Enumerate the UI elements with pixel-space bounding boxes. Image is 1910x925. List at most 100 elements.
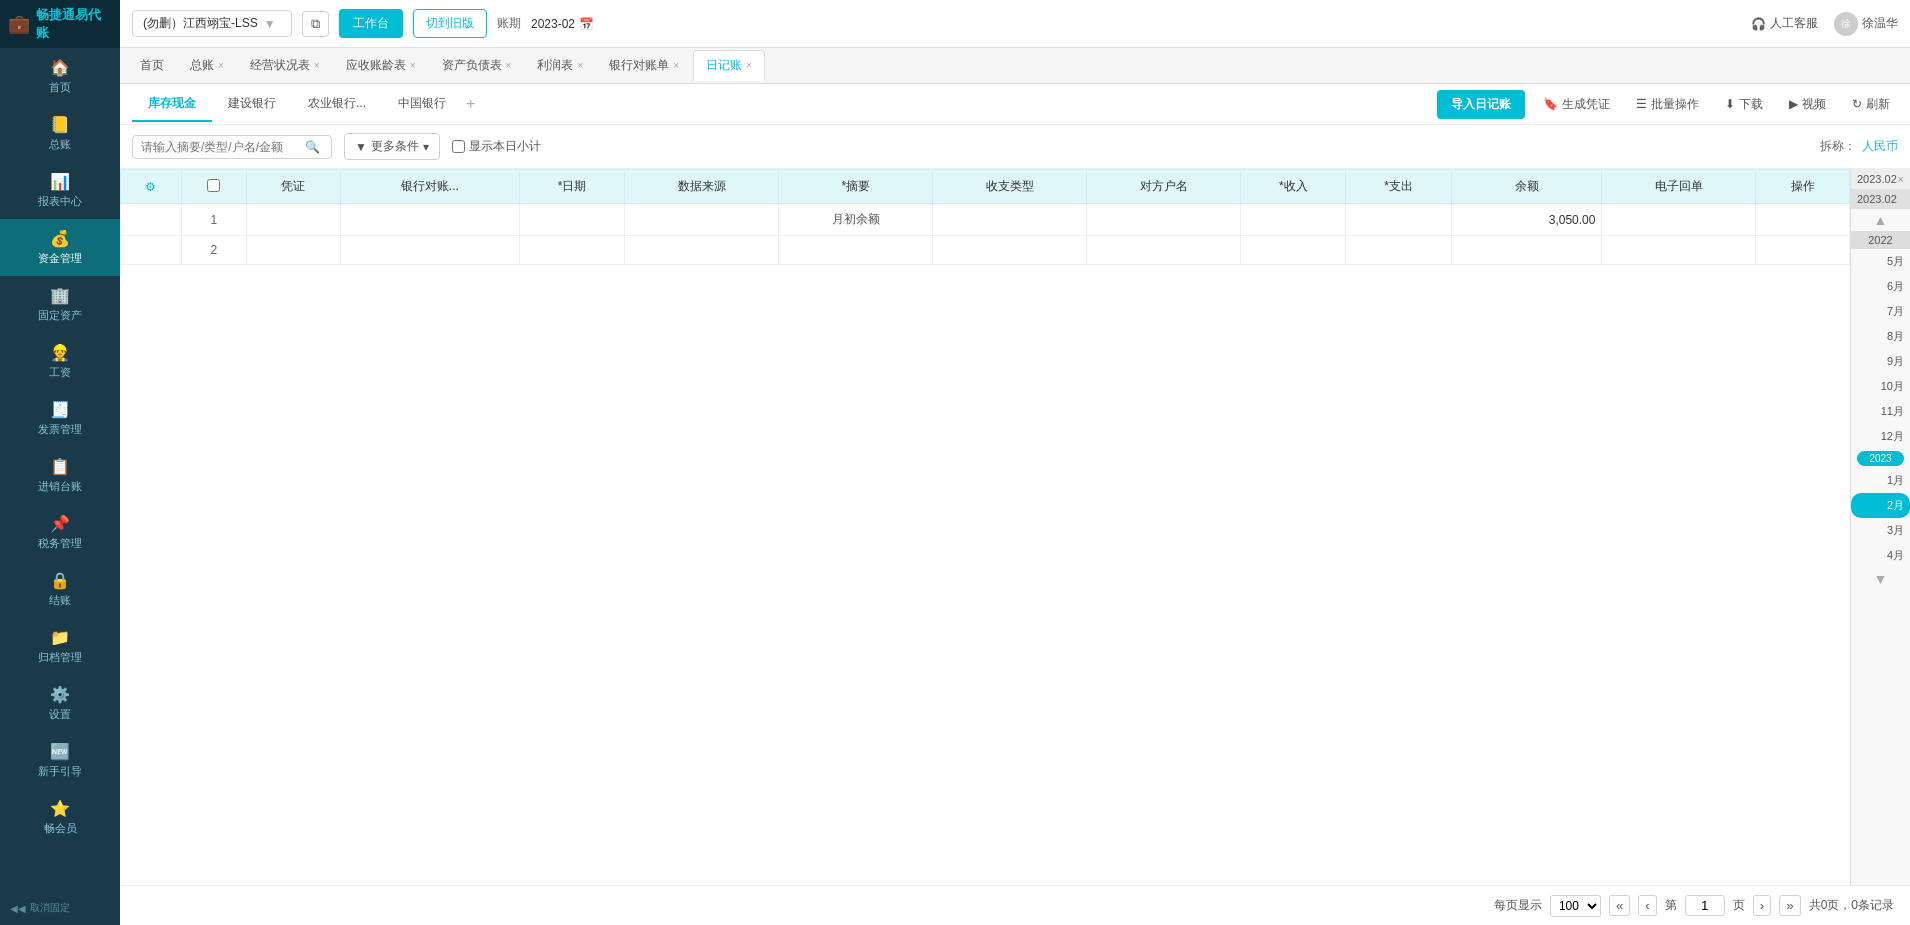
row-checkbox[interactable]: 2 (181, 236, 247, 265)
row-checkbox[interactable]: 1 (181, 204, 247, 236)
bank-tab-boc[interactable]: 中国银行 (382, 87, 462, 122)
sidebar-item-invoice[interactable]: 🧾 发票管理 (0, 390, 120, 447)
close-icon[interactable]: × (218, 60, 224, 71)
bank-tab-abc[interactable]: 农业银行... (292, 87, 382, 122)
first-page-button[interactable]: « (1609, 895, 1630, 916)
sidebar-item-sales[interactable]: 📋 进销台账 (0, 447, 120, 504)
tab-label: 总账 (190, 57, 214, 74)
logo-icon: 💼 (8, 13, 30, 35)
video-button[interactable]: ▶ 视频 (1781, 92, 1834, 117)
sidebar-item-label: 资金管理 (38, 251, 82, 266)
scroll-up-button[interactable]: ▲ (1851, 209, 1910, 231)
tab-journal[interactable]: 日记账 × (693, 50, 765, 81)
video-icon: ▶ (1789, 97, 1798, 111)
add-tab-icon[interactable]: + (466, 95, 475, 113)
prev-page-button[interactable]: ‹ (1638, 895, 1656, 916)
page-number-input[interactable] (1685, 895, 1725, 916)
filter-icon: ▼ (355, 140, 367, 154)
tab-general[interactable]: 总账 × (178, 51, 236, 80)
month-item-7[interactable]: 7月 (1851, 299, 1910, 324)
currency-value[interactable]: 人民币 (1862, 138, 1898, 155)
refresh-icon: ↻ (1852, 97, 1862, 111)
refresh-button[interactable]: ↻ 刷新 (1844, 92, 1898, 117)
batch-op-button[interactable]: ☰ 批量操作 (1628, 92, 1707, 117)
close-icon[interactable]: × (673, 60, 679, 71)
sidebar-item-close[interactable]: 🔒 结账 (0, 561, 120, 618)
close-icon[interactable]: × (746, 60, 752, 71)
filter-button[interactable]: ▼ 更多条件 ▾ (344, 133, 440, 160)
close-icon[interactable]: × (314, 60, 320, 71)
daily-total-checkbox[interactable] (452, 140, 465, 153)
page-size-select[interactable]: 100 20 50 200 (1550, 895, 1601, 917)
row-voucher (247, 236, 340, 265)
sidebar-item-reports[interactable]: 📊 报表中心 (0, 162, 120, 219)
month-item-4[interactable]: 4月 (1851, 543, 1910, 568)
search-icon[interactable]: 🔍 (305, 140, 320, 154)
download-button[interactable]: ⬇ 下载 (1717, 92, 1771, 117)
select-all-checkbox[interactable] (207, 179, 220, 192)
tab-receivable[interactable]: 应收账龄表 × (334, 51, 428, 80)
sidebar-item-general-ledger[interactable]: 📒 总账 (0, 105, 120, 162)
tab-home[interactable]: 首页 (128, 51, 176, 80)
month-item-8[interactable]: 8月 (1851, 324, 1910, 349)
sidebar-item-capital[interactable]: 💰 资金管理 (0, 219, 120, 276)
user-profile[interactable]: 徐 徐温华 (1834, 12, 1898, 36)
company-selector[interactable]: (勿删）江西翊宝-LSS ▼ (132, 10, 292, 37)
col-checkbox[interactable] (181, 170, 247, 204)
row-voucher (247, 204, 340, 236)
tab-assets[interactable]: 资产负债表 × (430, 51, 524, 80)
clipboard-icon: 📋 (50, 457, 70, 476)
tab-profit[interactable]: 利润表 × (525, 51, 595, 80)
month-item-12[interactable]: 12月 (1851, 424, 1910, 449)
scroll-down-button[interactable]: ▼ (1851, 568, 1910, 590)
bank-tab-cash[interactable]: 库存现金 (132, 87, 212, 122)
search-input[interactable] (141, 140, 301, 154)
close-icon[interactable]: × (410, 60, 416, 71)
month-item-11[interactable]: 11月 (1851, 399, 1910, 424)
sidebar-item-fixed-assets[interactable]: 🏢 固定资产 (0, 276, 120, 333)
close-icon[interactable]: × (506, 60, 512, 71)
calendar-icon[interactable]: 📅 (579, 17, 594, 31)
col-income: *收入 (1241, 170, 1346, 204)
month-item-9[interactable]: 9月 (1851, 349, 1910, 374)
sidebar-item-home[interactable]: 🏠 首页 (0, 48, 120, 105)
date-panel-header-2[interactable]: 2023.02 (1851, 189, 1910, 209)
month-item-3[interactable]: 3月 (1851, 518, 1910, 543)
unpin-button[interactable]: ◀◀ 取消固定 (0, 891, 120, 925)
pin-left-icon: ◀◀ (10, 903, 26, 914)
sidebar-item-guide[interactable]: 🆕 新手引导 (0, 732, 120, 789)
next-page-button[interactable]: › (1753, 895, 1771, 916)
month-item-2[interactable]: 2月 (1851, 493, 1910, 518)
month-item-10[interactable]: 10月 (1851, 374, 1910, 399)
row-date (519, 204, 624, 236)
import-journal-button[interactable]: 导入日记账 (1437, 90, 1525, 119)
sidebar-item-settings[interactable]: ⚙️ 设置 (0, 675, 120, 732)
support-link[interactable]: 🎧 人工客服 (1751, 15, 1818, 32)
bank-tab-ccb[interactable]: 建设银行 (212, 87, 292, 122)
row-e-bill (1602, 204, 1756, 236)
copy-button[interactable]: ⧉ (302, 11, 329, 37)
month-item-1[interactable]: 1月 (1851, 468, 1910, 493)
sidebar-item-wages[interactable]: 👷 工资 (0, 333, 120, 390)
period-text: 2023-02 (531, 17, 575, 31)
oldver-button[interactable]: 切到旧版 (413, 9, 487, 38)
sidebar-item-member[interactable]: ⭐ 畅会员 (0, 789, 120, 846)
date-panel-header-1[interactable]: 2023.02 × (1851, 169, 1910, 189)
workbench-button[interactable]: 工作台 (339, 9, 403, 38)
month-item-5[interactable]: 5月 (1851, 249, 1910, 274)
company-name: (勿删）江西翊宝-LSS (143, 15, 258, 32)
col-settings[interactable]: ⚙ (121, 170, 182, 204)
tab-bank-reconcile[interactable]: 银行对账单 × (597, 51, 691, 80)
sidebar-item-label: 报表中心 (38, 194, 82, 209)
close-icon[interactable]: × (577, 60, 583, 71)
month-item-6[interactable]: 6月 (1851, 274, 1910, 299)
close-icon[interactable]: × (1898, 173, 1904, 185)
row-counterpart (1087, 236, 1241, 265)
last-page-button[interactable]: » (1779, 895, 1800, 916)
sidebar-item-tax[interactable]: 📌 税务管理 (0, 504, 120, 561)
sidebar-item-archive[interactable]: 📁 归档管理 (0, 618, 120, 675)
generate-voucher-button[interactable]: 🔖 生成凭证 (1535, 92, 1618, 117)
daily-total-checkbox-label[interactable]: 显示本日小计 (452, 138, 541, 155)
year-2023-label[interactable]: 2023 (1857, 451, 1904, 466)
tab-management[interactable]: 经营状况表 × (238, 51, 332, 80)
